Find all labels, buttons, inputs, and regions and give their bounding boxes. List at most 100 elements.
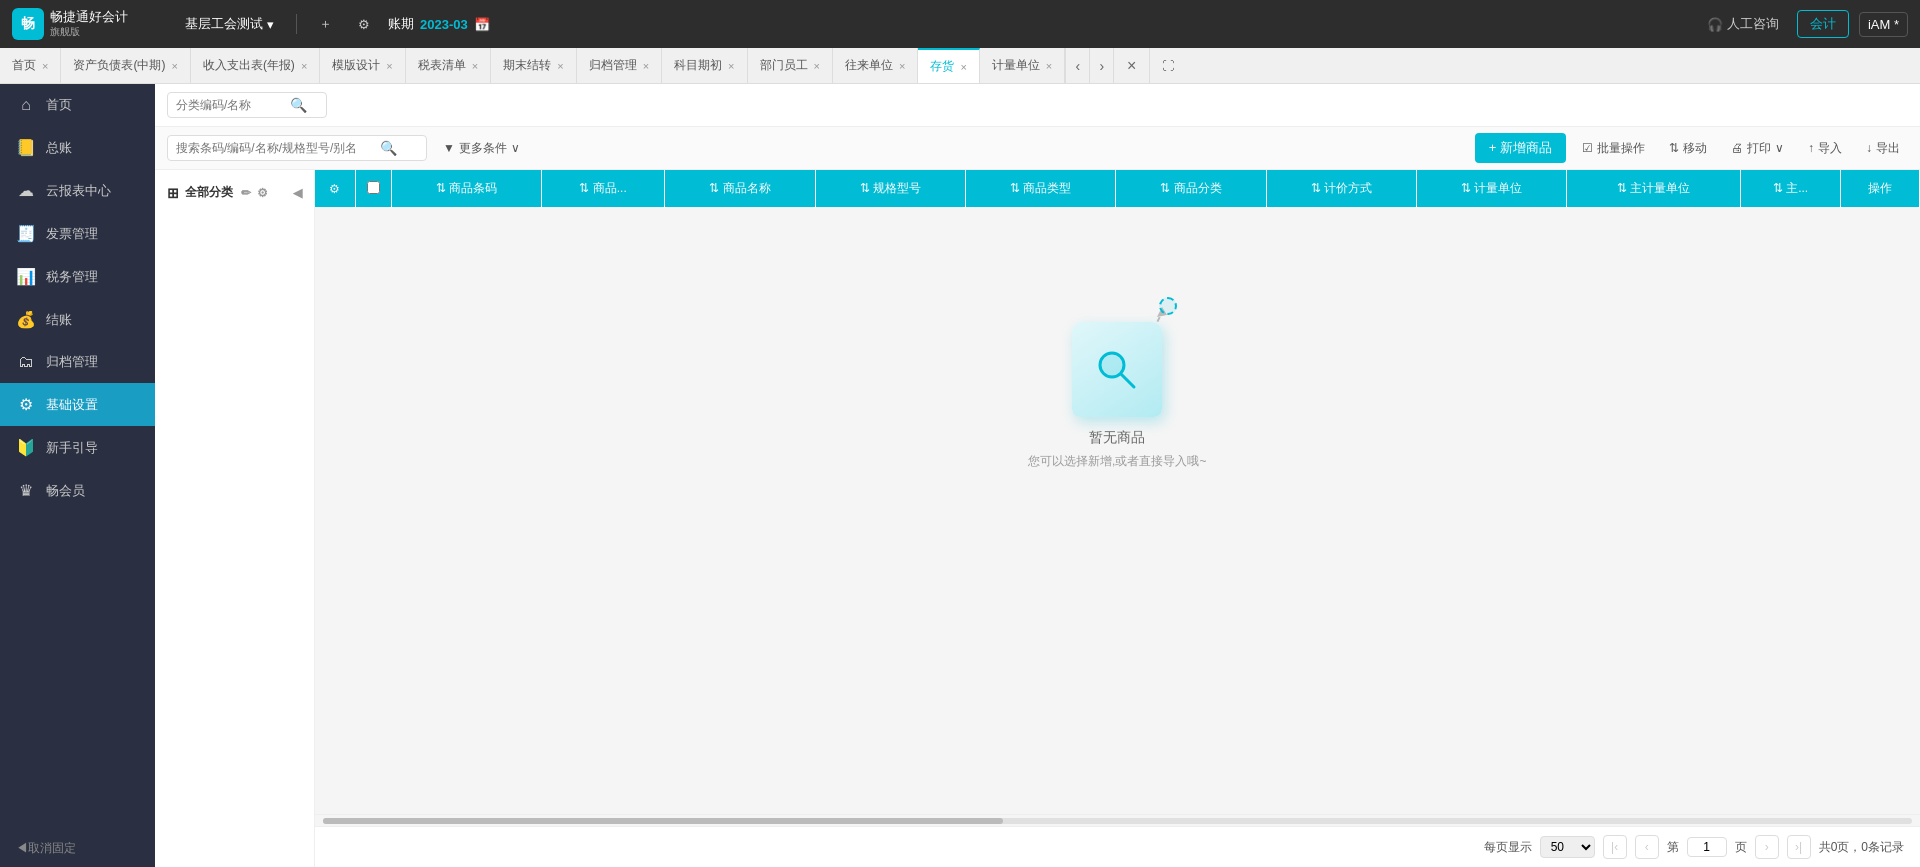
tab-archive[interactable]: 归档管理 × — [577, 48, 662, 84]
tab-balance-close[interactable]: × — [171, 60, 177, 72]
tab-contacts[interactable]: 往来单位 × — [833, 48, 918, 84]
table-body: 暂无商品 您可以选择新增,或者直接导入哦~ — [315, 207, 1920, 550]
tab-expand-button[interactable]: ⛶ — [1149, 48, 1185, 84]
empty-doc-shape — [1072, 322, 1162, 417]
batch-button[interactable]: ☑ 批量操作 — [1574, 136, 1653, 161]
tab-contacts-close[interactable]: × — [899, 60, 905, 72]
sidebar-item-ledger[interactable]: 📒 总账 — [0, 126, 155, 169]
tab-home-close[interactable]: × — [42, 60, 48, 72]
tab-unit[interactable]: 计量单位 × — [980, 48, 1065, 84]
tab-dept-close[interactable]: × — [814, 60, 820, 72]
print-button[interactable]: 🖨 打印 ∨ — [1723, 136, 1792, 161]
tab-inventory[interactable]: 存货 × — [918, 48, 979, 84]
sidebar-label-guide: 新手引导 — [46, 439, 98, 457]
th-category[interactable]: ⇅ 商品分类 — [1116, 170, 1266, 207]
page-next-button[interactable]: › — [1755, 835, 1779, 859]
guide-icon: 🔰 — [16, 438, 36, 457]
tab-dept[interactable]: 部门员工 × — [748, 48, 833, 84]
cancel-pin-button[interactable]: ◀取消固定 — [0, 830, 155, 867]
tab-close-all-button[interactable]: × — [1113, 48, 1149, 84]
per-page-select[interactable]: 50 100 — [1540, 836, 1595, 858]
th-spec[interactable]: ⇅ 规格型号 — [815, 170, 965, 207]
tab-home[interactable]: 首页 × — [0, 48, 61, 84]
settings-button[interactable]: ⚙ — [350, 13, 378, 36]
tab-subject-close[interactable]: × — [728, 60, 734, 72]
export-button[interactable]: ↓ 导出 — [1858, 136, 1908, 161]
iamstar-label[interactable]: iAM * — [1859, 12, 1908, 37]
sidebar-item-reports[interactable]: ☁ 云报表中心 — [0, 169, 155, 212]
category-settings-icon[interactable]: ⚙ — [257, 186, 268, 200]
th-main-unit[interactable]: ⇅ 主计量单位 — [1567, 170, 1740, 207]
sidebar-item-close-accounts[interactable]: 💰 结账 — [0, 298, 155, 341]
main-layout: ⌂ 首页 📒 总账 ☁ 云报表中心 🧾 发票管理 📊 税务管理 💰 结账 🗂 归… — [0, 84, 1920, 867]
sidebar-label-home: 首页 — [46, 96, 72, 114]
more-filter-button[interactable]: ▼ 更多条件 ∨ — [435, 136, 528, 161]
tab-inventory-close[interactable]: × — [960, 61, 966, 73]
sidebar-item-invoice[interactable]: 🧾 发票管理 — [0, 212, 155, 255]
category-collapse-icon[interactable]: ◀ — [293, 186, 302, 200]
tab-balance[interactable]: 资产负债表(中期) × — [61, 48, 190, 84]
tab-tax[interactable]: 税表清单 × — [406, 48, 491, 84]
move-button[interactable]: ⇅ 移动 — [1661, 136, 1715, 161]
calendar-icon[interactable]: 📅 — [474, 17, 490, 32]
import-button[interactable]: ↑ 导入 — [1800, 136, 1850, 161]
th-gear[interactable]: ⚙ — [315, 170, 355, 207]
th-type[interactable]: ⇅ 商品类型 — [966, 170, 1116, 207]
page-first-button[interactable]: |‹ — [1603, 835, 1627, 859]
tab-archive-close[interactable]: × — [643, 60, 649, 72]
page-prev-button[interactable]: ‹ — [1635, 835, 1659, 859]
left-panel: ⊞ 全部分类 ✏ ⚙ ◀ — [155, 170, 315, 867]
divider1 — [296, 14, 297, 34]
sidebar-item-guide[interactable]: 🔰 新手引导 — [0, 426, 155, 469]
th-barcode[interactable]: ⇅ 商品条码 — [391, 170, 541, 207]
tab-balance-label: 资产负债表(中期) — [73, 57, 165, 74]
member-icon: ♛ — [16, 481, 36, 500]
tab-prev-button[interactable]: ‹ — [1065, 48, 1089, 84]
add-tab-button[interactable]: ＋ — [311, 11, 340, 37]
empty-illustration — [1047, 287, 1187, 417]
sidebar-item-member[interactable]: ♛ 畅会员 — [0, 469, 155, 512]
th-price-method[interactable]: ⇅ 计价方式 — [1266, 170, 1416, 207]
sidebar-item-home[interactable]: ⌂ 首页 — [0, 84, 155, 126]
sidebar-label-member: 畅会员 — [46, 482, 85, 500]
page-input[interactable] — [1687, 837, 1727, 857]
tab-income-close[interactable]: × — [301, 60, 307, 72]
company-selector[interactable]: 基层工会测试 ▾ — [177, 11, 282, 37]
scrollbar-track — [323, 818, 1912, 824]
th-code[interactable]: ⇅ 商品... — [541, 170, 664, 207]
tab-template-close[interactable]: × — [386, 60, 392, 72]
tab-template[interactable]: 模版设计 × — [320, 48, 405, 84]
tab-unit-label: 计量单位 — [992, 57, 1040, 74]
th-unit[interactable]: ⇅ 计量单位 — [1417, 170, 1567, 207]
category-edit-icon[interactable]: ✏ — [241, 186, 251, 200]
tab-subject[interactable]: 科目期初 × — [662, 48, 747, 84]
batch-icon: ☑ — [1582, 141, 1593, 155]
tab-period-end[interactable]: 期末结转 × — [491, 48, 576, 84]
page-last-button[interactable]: ›| — [1787, 835, 1811, 859]
period-label: 账期 — [388, 15, 414, 33]
tab-next-button[interactable]: › — [1089, 48, 1113, 84]
horizontal-scrollbar[interactable] — [315, 814, 1920, 826]
category-search-input[interactable] — [176, 98, 286, 112]
th-name[interactable]: ⇅ 商品名称 — [665, 170, 815, 207]
sidebar-item-archive[interactable]: 🗂 归档管理 — [0, 341, 155, 383]
select-all-checkbox[interactable] — [367, 181, 380, 194]
sidebar-item-tax[interactable]: 📊 税务管理 — [0, 255, 155, 298]
scrollbar-thumb[interactable] — [323, 818, 1003, 824]
product-search-input[interactable] — [176, 141, 376, 155]
category-title: 全部分类 — [185, 184, 233, 201]
th-main2[interactable]: ⇅ 主... — [1740, 170, 1840, 207]
tab-income[interactable]: 收入支出表(年报) × — [191, 48, 320, 84]
tab-tax-close[interactable]: × — [472, 60, 478, 72]
product-search-icon[interactable]: 🔍 — [380, 140, 397, 156]
th-checkbox[interactable] — [355, 170, 391, 207]
help-button[interactable]: 🎧 人工咨询 — [1699, 11, 1787, 37]
tab-unit-close[interactable]: × — [1046, 60, 1052, 72]
sidebar-item-settings[interactable]: ⚙ 基础设置 — [0, 383, 155, 426]
logo-area: 畅 畅捷通好会计 旗舰版 — [12, 8, 167, 40]
tab-period-end-close[interactable]: × — [557, 60, 563, 72]
category-search-icon[interactable]: 🔍 — [290, 97, 307, 113]
add-product-button[interactable]: + 新增商品 — [1475, 133, 1566, 163]
account-button[interactable]: 会计 — [1797, 10, 1849, 38]
filter-dropdown-icon: ∨ — [511, 141, 520, 155]
